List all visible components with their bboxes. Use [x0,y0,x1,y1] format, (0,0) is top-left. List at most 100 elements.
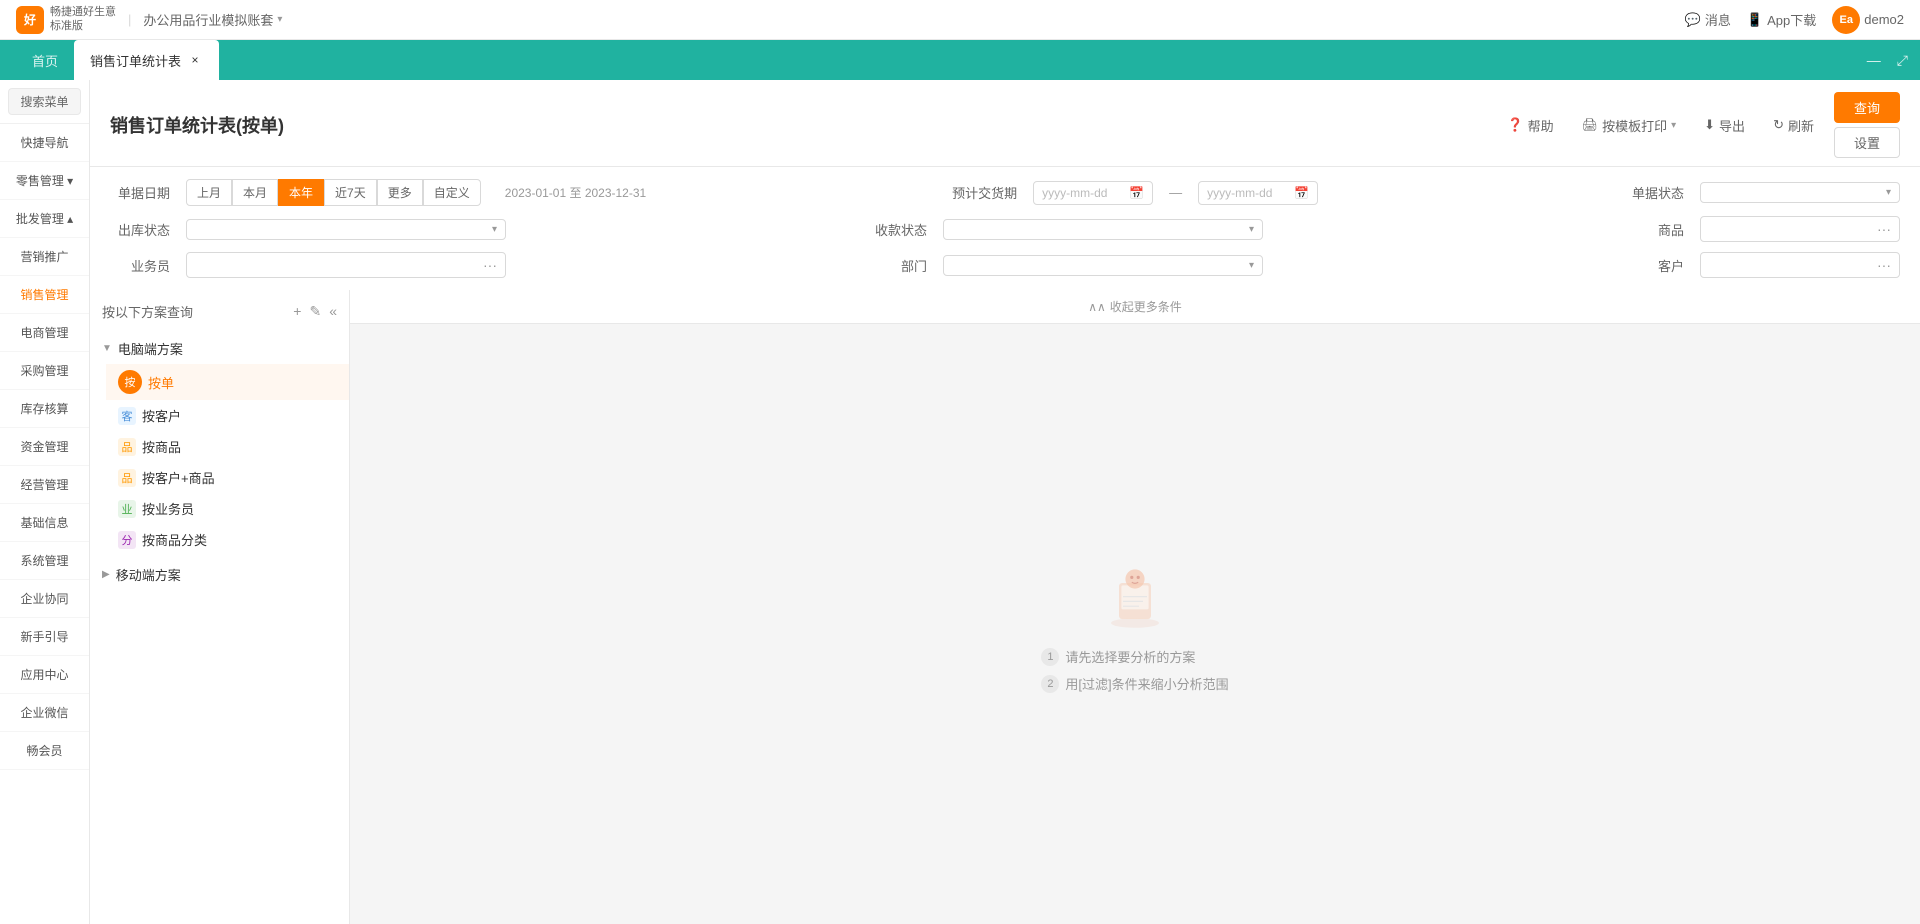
tree-item-by-customer-goods[interactable]: 品 按客户+商品 [106,462,349,493]
sidebar-item-retail[interactable]: 零售管理 ▾ [0,162,89,200]
help-icon: ❓ [1507,117,1523,133]
sidebar-item-finance[interactable]: 资金管理 [0,428,89,466]
phone-icon: 📱 [1747,12,1763,28]
sidebar-item-ecommerce[interactable]: 电商管理 [0,314,89,352]
settings-button[interactable]: 设置 [1834,127,1900,158]
sidebar-item-newbie[interactable]: 新手引导 [0,618,89,656]
print-button[interactable]: 🖨 按模板打印 ▾ [1574,112,1685,139]
date-btn-this-month[interactable]: 本月 [232,179,278,206]
salesman-select[interactable]: ··· [186,252,506,278]
tree-item-customer-goods-icon: 品 [118,469,136,487]
topbar-title[interactable]: 办公用品行业模拟账套 ▾ [143,10,282,29]
filter-row-date: 单据日期 上月 本月 本年 近7天 更多 自定义 2023-01-01 至 20… [110,179,1900,206]
dept-select[interactable]: ▾ [943,255,1263,276]
sidebar-item-members[interactable]: 畅会员 [0,732,89,770]
status-label: 单据状态 [1624,183,1684,202]
export-button[interactable]: ⬇ 导出 [1696,112,1753,139]
tree-item-salesman-icon: 业 [118,500,136,518]
date-btn-more[interactable]: 更多 [377,179,423,206]
help-button[interactable]: ❓ 帮助 [1499,112,1561,139]
sidebar-item-quicknav[interactable]: 快捷导航 [0,124,89,162]
date-range-separator: — [1169,185,1182,200]
sidebar-item-operations[interactable]: 经营管理 [0,466,89,504]
expected-date-label: 预计交货期 [952,183,1017,202]
calendar-icon-start: 📅 [1129,186,1144,200]
panel-edit-icon[interactable]: ✎ [309,303,321,320]
date-buttons-group: 上月 本月 本年 近7天 更多 自定义 [186,179,481,206]
collapse-icon: ∧∧ [1088,300,1106,314]
panel-add-icon[interactable]: + [293,303,301,320]
sidebar-item-wholesale[interactable]: 批发管理 ▴ [0,200,89,238]
empty-tip-2: 2 用[过滤]条件来缩小分析范围 [1041,674,1228,693]
app-download-button[interactable]: 📱 App下载 [1747,10,1816,29]
filter-row-ship: 出库状态 ▾ 收款状态 ▾ 商品 ··· [110,216,1900,242]
tab-home[interactable]: 首页 [16,40,74,80]
receive-status-label: 收款状态 [867,220,927,239]
date-btn-last-month[interactable]: 上月 [186,179,232,206]
message-button[interactable]: 💬 消息 [1685,10,1731,29]
tree-item-by-order[interactable]: 按 按单 [106,364,349,400]
tree-item-by-goods-category[interactable]: 分 按商品分类 [106,524,349,555]
query-button[interactable]: 查询 [1834,92,1900,123]
expected-date-end[interactable]: yyyy-mm-dd 📅 [1198,181,1318,205]
left-panel-header: 按以下方案查询 + ✎ « [90,302,349,329]
pc-section: ▼ 电脑端方案 按 按单 客 按客户 品 [90,329,349,559]
tree-item-goods-category-icon: 分 [118,531,136,549]
sidebar-item-inventory[interactable]: 库存核算 [0,390,89,428]
tree-expand-pc-icon[interactable]: ▼ [102,343,112,354]
sidebar-item-system[interactable]: 系统管理 [0,542,89,580]
date-btn-custom[interactable]: 自定义 [423,179,481,206]
topbar-left: 好 畅捷通好生意 标准版 | 办公用品行业模拟账套 ▾ [16,6,282,34]
filter-section: 单据日期 上月 本月 本年 近7天 更多 自定义 2023-01-01 至 20… [90,167,1920,290]
sidebar-item-enterprise[interactable]: 企业协同 [0,580,89,618]
left-panel: 按以下方案查询 + ✎ « ▼ 电脑端方案 按 按 [90,290,350,924]
page-title: 销售订单统计表(按单) [110,112,284,138]
tabbar: 首页 销售订单统计表 × — ⤢ [0,40,1920,80]
expected-date-start[interactable]: yyyy-mm-dd 📅 [1033,181,1153,205]
tree-item-active-indicator: 按 [118,370,142,394]
sidebar-item-marketing[interactable]: 营销推广 [0,238,89,276]
sidebar-search: 搜索菜单 [0,80,89,124]
customer-select[interactable]: ··· [1700,252,1900,278]
tab-close-icon[interactable]: × [187,52,203,68]
ship-status-dropdown-icon: ▾ [492,224,497,235]
panel-collapse-icon[interactable]: « [329,303,337,320]
sidebar-item-sales[interactable]: 销售管理 [0,276,89,314]
tree-group-pc: 按 按单 客 按客户 品 按商品 品 按客户+商 [90,364,349,555]
sidebar-item-purchase[interactable]: 采购管理 [0,352,89,390]
tree-expand-mobile-icon[interactable]: ▶ [102,569,110,580]
goods-label: 商品 [1624,220,1684,239]
refresh-button[interactable]: ↻ 刷新 [1765,112,1822,139]
tab-sales-order-stats[interactable]: 销售订单统计表 × [74,40,219,80]
date-label: 单据日期 [110,183,170,202]
tab-minimize-button[interactable]: — [1863,48,1885,72]
receive-status-select[interactable]: ▾ [943,219,1263,240]
panel-title: 按以下方案查询 [102,302,193,321]
print-chevron-icon: ▾ [1671,120,1676,131]
search-menu-button[interactable]: 搜索菜单 [8,88,81,115]
tree-section-pc: ▼ 电脑端方案 [90,333,349,364]
sidebar-item-wechat[interactable]: 企业微信 [0,694,89,732]
empty-tips: 1 请先选择要分析的方案 2 用[过滤]条件来缩小分析范围 [1041,647,1228,693]
user-profile[interactable]: Ea demo2 [1832,6,1904,34]
goods-more-icon[interactable]: ··· [1877,221,1891,237]
collapse-button[interactable]: ∧∧ 收起更多条件 [1088,298,1182,315]
page-actions: ❓ 帮助 🖨 按模板打印 ▾ ⬇ 导出 ↻ 刷新 查询 [1499,92,1900,158]
sidebar-item-apps[interactable]: 应用中心 [0,656,89,694]
tab-maximize-button[interactable]: ⤢ [1893,48,1912,73]
customer-more-icon[interactable]: ··· [1877,257,1891,273]
topbar-dropdown-icon: ▾ [277,14,282,25]
content-area: 销售订单统计表(按单) ❓ 帮助 🖨 按模板打印 ▾ ⬇ 导出 ↻ 刷新 [90,80,1920,924]
date-btn-last-7days[interactable]: 近7天 [324,179,377,206]
tree-item-by-customer[interactable]: 客 按客户 [106,400,349,431]
tree-item-by-salesman[interactable]: 业 按业务员 [106,493,349,524]
tree-item-by-goods[interactable]: 品 按商品 [106,431,349,462]
ship-status-select[interactable]: ▾ [186,219,506,240]
salesman-more-icon[interactable]: ··· [483,257,497,273]
main-layout: 搜索菜单 快捷导航 零售管理 ▾ 批发管理 ▴ 营销推广 销售管理 电商管理 采… [0,80,1920,924]
goods-select[interactable]: ··· [1700,216,1900,242]
status-select[interactable]: ▾ [1700,182,1900,203]
sidebar-item-basic[interactable]: 基础信息 [0,504,89,542]
date-btn-this-year[interactable]: 本年 [278,179,324,206]
ship-status-label: 出库状态 [110,220,170,239]
